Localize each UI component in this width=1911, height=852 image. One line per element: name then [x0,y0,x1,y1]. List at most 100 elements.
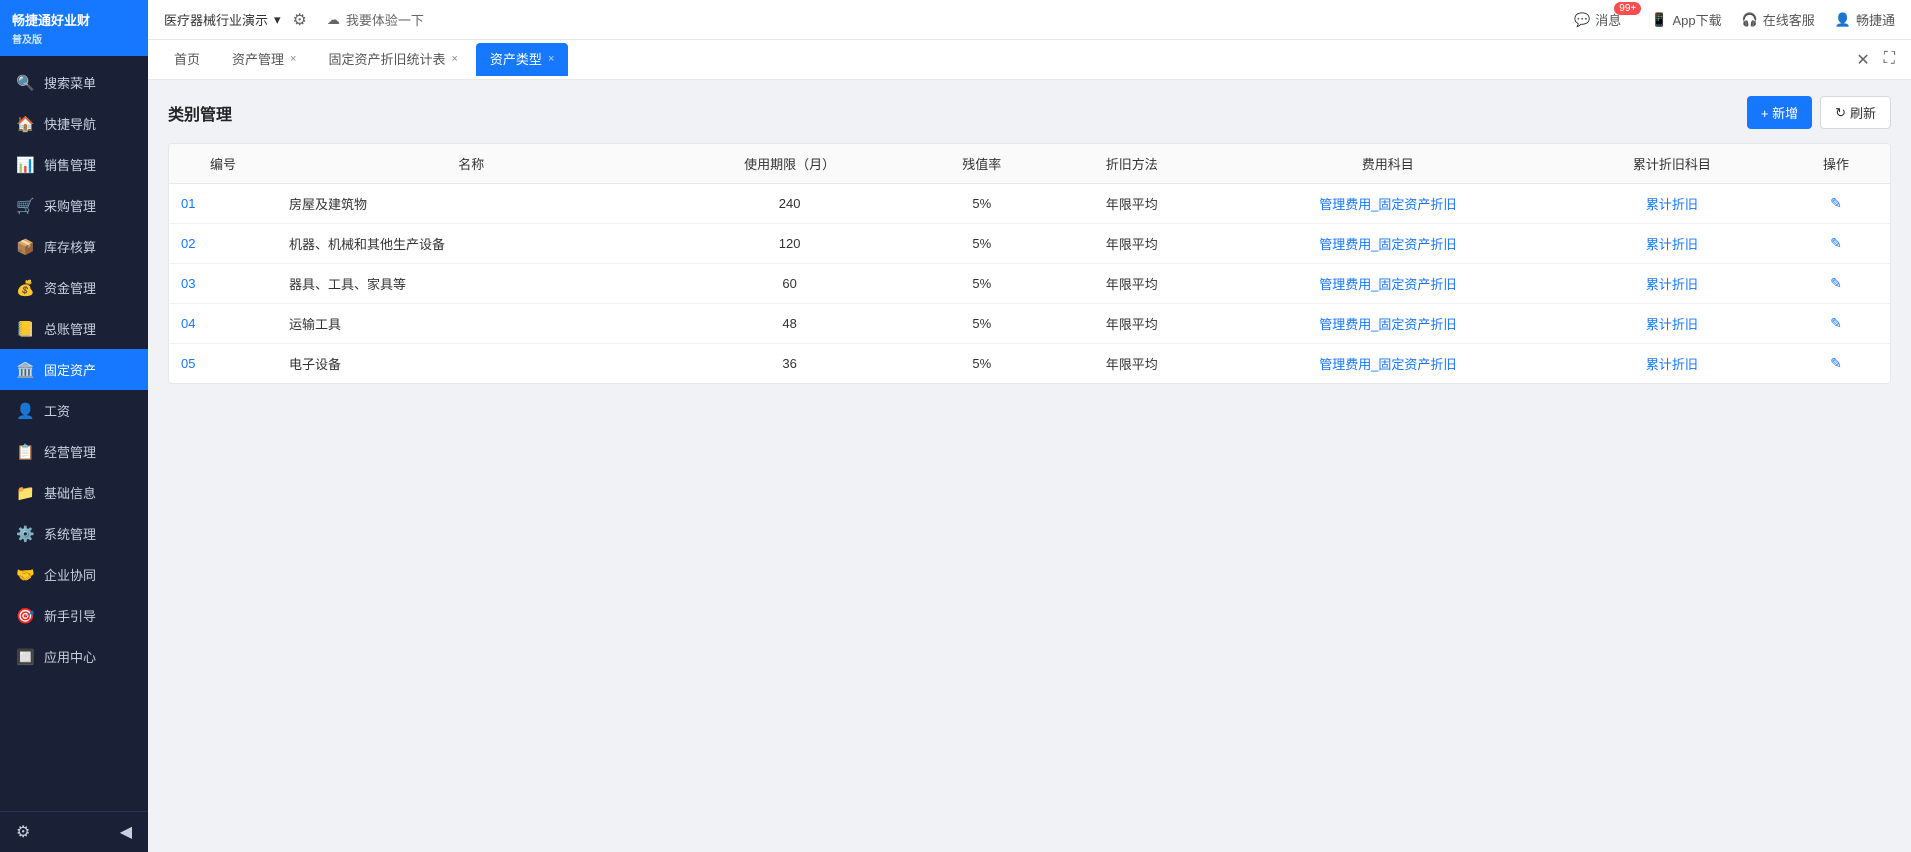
edit-icon-2[interactable]: ✎ [1830,275,1842,291]
sidebar-item-inventory[interactable]: 📦 库存核算 [0,226,148,267]
cell-residual-3: 5% [914,304,1050,344]
cell-period-3: 48 [666,304,914,344]
app-download-button[interactable]: 📱 App下载 [1651,10,1721,29]
sidebar-item-cooperation[interactable]: 🤝 企业协同 [0,554,148,595]
customer-service-button[interactable]: 🎧 在线客服 [1742,10,1815,29]
cell-operation-3: ✎ [1782,304,1890,344]
sidebar-item-system[interactable]: ⚙️ 系统管理 [0,513,148,554]
app-name: 畅捷通好业财 [12,10,90,29]
cell-depreciation-0: 累计折旧 [1562,184,1782,224]
cell-period-4: 36 [666,344,914,384]
sidebar-label-search-menu: 搜索菜单 [44,73,96,92]
tab-asset-type-close[interactable]: × [548,53,554,65]
user-profile-button[interactable]: 👤 畅捷通 [1835,10,1895,29]
collapse-icon[interactable]: ◀ [120,822,132,842]
topbar-right: 💬 消息 99+ 📱 App下载 🎧 在线客服 👤 畅捷通 [1574,10,1895,29]
messages-button[interactable]: 💬 消息 99+ [1574,10,1631,29]
app-version: 普及版 [12,31,90,46]
sidebar-item-app-center[interactable]: 🔲 应用中心 [0,636,148,677]
settings-icon[interactable]: ⚙ [16,822,30,842]
sidebar-item-operations[interactable]: 📋 经营管理 [0,431,148,472]
col-residual: 残值率 [914,144,1050,184]
cell-method-3: 年限平均 [1050,304,1214,344]
sidebar-icon-quick-nav: 🏠 [16,115,34,133]
sidebar-item-basic-info[interactable]: 📁 基础信息 [0,472,148,513]
sidebar-item-ledger[interactable]: 📒 总账管理 [0,308,148,349]
tab-close-all-icon[interactable]: ✕ [1852,46,1873,74]
sidebar-item-finance[interactable]: 💰 资金管理 [0,267,148,308]
sidebar-item-purchase[interactable]: 🛒 采购管理 [0,185,148,226]
cell-code-1: 02 [169,224,277,264]
table-row: 04 运输工具 48 5% 年限平均 管理费用_固定资产折旧 累计折旧 ✎ [169,304,1890,344]
app-download-label: App下载 [1672,10,1721,29]
edit-icon-4[interactable]: ✎ [1830,355,1842,371]
sidebar-label-purchase: 采购管理 [44,196,96,215]
cell-period-2: 60 [666,264,914,304]
experience-label: 我要体验一下 [346,10,424,29]
refresh-button[interactable]: ↻ 刷新 [1820,96,1891,129]
sidebar-item-guide[interactable]: 🎯 新手引导 [0,595,148,636]
tab-expand-icon[interactable]: ⛶ [1880,46,1899,74]
headset-icon: 🎧 [1742,12,1758,28]
col-depreciation: 累计折旧科目 [1562,144,1782,184]
tab-asset-type[interactable]: 资产类型 × [476,43,568,76]
col-period: 使用期限（月） [666,144,914,184]
sidebar-icon-system: ⚙️ [16,525,34,543]
sidebar-label-app-center: 应用中心 [44,647,96,666]
username-label: 畅捷通 [1856,10,1895,29]
sidebar-icon-fixed-assets: 🏛️ [16,361,34,379]
edit-icon-3[interactable]: ✎ [1830,315,1842,331]
sidebar-icon-guide: 🎯 [16,607,34,625]
message-icon: 💬 [1574,12,1590,28]
edit-icon-0[interactable]: ✎ [1830,195,1842,211]
user-avatar-icon: 👤 [1835,12,1851,28]
experience-button[interactable]: ☁ 我要体验一下 [327,10,424,29]
sidebar-label-finance: 资金管理 [44,278,96,297]
cell-period-1: 120 [666,224,914,264]
cell-depreciation-4: 累计折旧 [1562,344,1782,384]
sidebar-icon-ledger: 📒 [16,320,34,338]
cell-depreciation-1: 累计折旧 [1562,224,1782,264]
sidebar-icon-cooperation: 🤝 [16,566,34,584]
new-button[interactable]: + 新增 [1747,96,1812,129]
cell-expense-4: 管理费用_固定资产折旧 [1214,344,1562,384]
sidebar-label-operations: 经营管理 [44,442,96,461]
sidebar-icon-payroll: 👤 [16,402,34,420]
cell-method-2: 年限平均 [1050,264,1214,304]
cell-name-3: 运输工具 [277,304,666,344]
sidebar-icon-purchase: 🛒 [16,197,34,215]
topbar-gear-icon[interactable]: ⚙ [293,10,307,30]
tab-asset-manage[interactable]: 资产管理 × [218,43,310,76]
col-method: 折旧方法 [1050,144,1214,184]
sidebar-item-payroll[interactable]: 👤 工资 [0,390,148,431]
sidebar-item-quick-nav[interactable]: 🏠 快捷导航 [0,103,148,144]
table-row: 05 电子设备 36 5% 年限平均 管理费用_固定资产折旧 累计折旧 ✎ [169,344,1890,384]
sidebar-item-sales[interactable]: 📊 销售管理 [0,144,148,185]
tab-depreciation-close[interactable]: × [451,53,457,65]
sidebar-label-inventory: 库存核算 [44,237,96,256]
tab-depreciation[interactable]: 固定资产折旧统计表 × [314,43,471,76]
cell-residual-4: 5% [914,344,1050,384]
cell-operation-0: ✎ [1782,184,1890,224]
tabs-controls: ✕ ⛶ [1852,46,1899,74]
tab-asset-manage-label: 资产管理 [232,49,284,68]
cell-method-0: 年限平均 [1050,184,1214,224]
sidebar-label-system: 系统管理 [44,524,96,543]
cell-expense-0: 管理费用_固定资产折旧 [1214,184,1562,224]
sidebar-label-fixed-assets: 固定资产 [44,360,96,379]
cell-method-1: 年限平均 [1050,224,1214,264]
sidebar-item-search-menu[interactable]: 🔍 搜索菜单 [0,62,148,103]
sidebar-label-sales: 销售管理 [44,155,96,174]
cell-residual-1: 5% [914,224,1050,264]
sidebar-bottom: ⚙ ◀ [0,811,148,852]
refresh-icon: ↻ [1835,105,1846,121]
sidebar-label-quick-nav: 快捷导航 [44,114,96,133]
sidebar-item-fixed-assets[interactable]: 🏛️ 固定资产 [0,349,148,390]
edit-icon-1[interactable]: ✎ [1830,235,1842,251]
tab-home[interactable]: 首页 [160,43,214,76]
tab-asset-manage-close[interactable]: × [290,53,296,65]
module-selector[interactable]: 医疗器械行业演示 ▾ [164,10,281,29]
cloud-icon: ☁ [327,12,340,28]
cell-operation-2: ✎ [1782,264,1890,304]
col-code: 编号 [169,144,277,184]
